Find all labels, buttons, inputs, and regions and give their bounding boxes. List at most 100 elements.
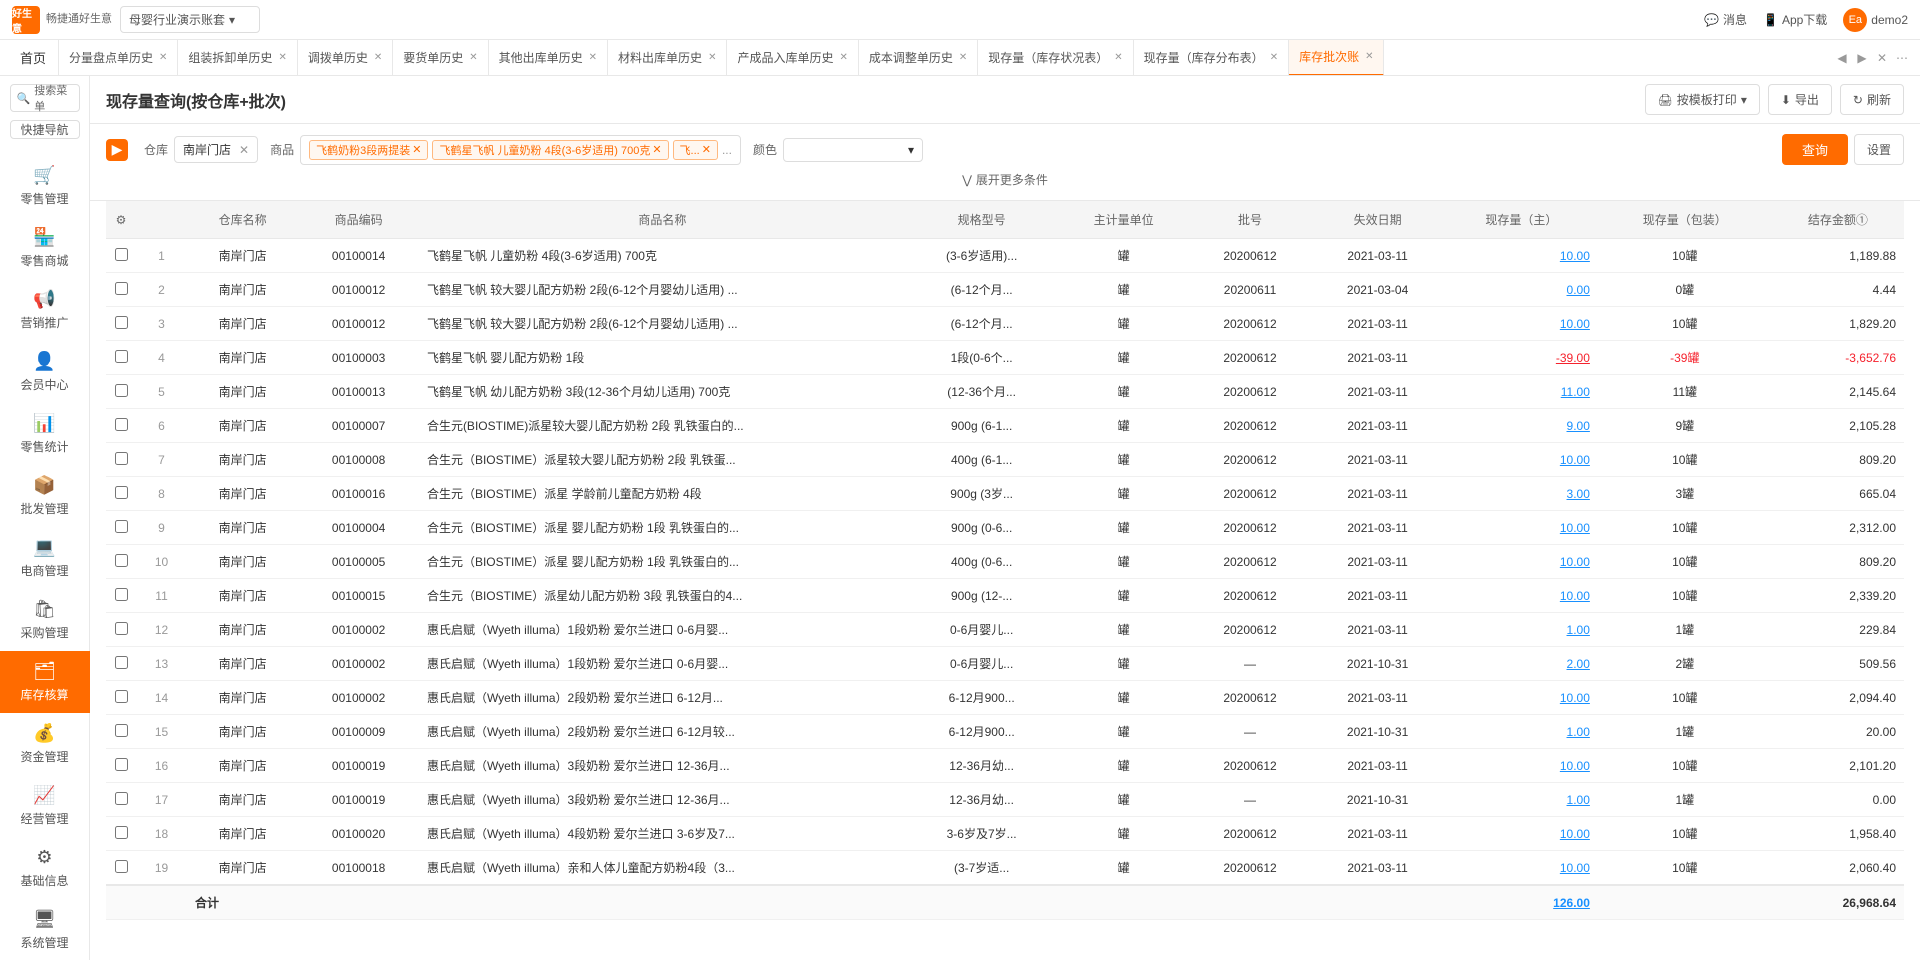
expand-more-btn[interactable]: ⋁ 展开更多条件 <box>106 165 1904 190</box>
td-qty-main[interactable]: 3.00 <box>1445 477 1598 511</box>
orange-expand-icon[interactable]: ▶ <box>106 139 128 161</box>
td-checkbox[interactable] <box>106 817 136 851</box>
tab-close-all-btn[interactable]: ✕ <box>1872 48 1892 68</box>
tab-close-icon[interactable]: ✕ <box>278 52 286 63</box>
expand-btn[interactable]: ▶ <box>106 139 128 161</box>
td-checkbox[interactable] <box>106 613 136 647</box>
sidebar-item-member[interactable]: 👤 会员中心 <box>0 341 90 403</box>
td-checkbox[interactable] <box>106 375 136 409</box>
td-qty-main[interactable]: -39.00 <box>1445 341 1598 375</box>
tab-yaohuo[interactable]: 要货单历史 ✕ <box>393 40 488 76</box>
td-qty-main[interactable]: 10.00 <box>1445 749 1598 783</box>
sidebar-item-purchase[interactable]: 🛍 采购管理 <box>0 589 90 651</box>
sidebar-item-marketing[interactable]: 📢 营销推广 <box>0 279 90 341</box>
sidebar-item-retail-shop[interactable]: 🏪 零售商城 <box>0 217 90 279</box>
tab-fenban[interactable]: 分量盘点单历史 ✕ <box>59 40 178 76</box>
tag-close-icon[interactable]: ✕ <box>702 143 711 156</box>
td-qty-main[interactable]: 1.00 <box>1445 783 1598 817</box>
td-qty-main[interactable]: 10.00 <box>1445 545 1598 579</box>
td-checkbox[interactable] <box>106 273 136 307</box>
td-checkbox[interactable] <box>106 409 136 443</box>
td-checkbox[interactable] <box>106 239 136 273</box>
td-qty-main[interactable]: 10.00 <box>1445 817 1598 851</box>
td-qty-main[interactable]: 10.00 <box>1445 239 1598 273</box>
th-settings[interactable]: ⚙ <box>106 201 136 239</box>
tab-home[interactable]: 首页 <box>8 40 59 76</box>
query-button[interactable]: 查询 <box>1782 134 1848 165</box>
refresh-btn[interactable]: ↻ 刷新 <box>1840 84 1904 115</box>
search-menu-btn[interactable]: 🔍 搜索菜单 <box>10 84 80 112</box>
warehouse-input[interactable]: 南岸门店 ✕ <box>174 136 258 163</box>
tab-chengben[interactable]: 成本调整单历史 ✕ <box>859 40 978 76</box>
tab-qitachu[interactable]: 其他出库单历史 ✕ <box>489 40 608 76</box>
template-print-btn[interactable]: 🖨 按模板打印 ▾ <box>1645 84 1760 115</box>
close-icon[interactable]: ✕ <box>239 143 249 157</box>
td-checkbox[interactable] <box>106 545 136 579</box>
td-checkbox[interactable] <box>106 715 136 749</box>
tab-close-icon[interactable]: ✕ <box>589 52 597 63</box>
tab-pici[interactable]: 库存批次账 ✕ <box>1289 40 1384 76</box>
tab-close-icon[interactable]: ✕ <box>1365 51 1373 62</box>
sidebar-item-wholesale[interactable]: 📦 批发管理 <box>0 465 90 527</box>
industry-selector[interactable]: 母婴行业演示账套 ▾ <box>120 6 260 33</box>
product-tags[interactable]: 飞鹤奶粉3段两提装 ✕ 飞鹤星飞帆 儿童奶粉 4段(3-6岁适用) 700克 ✕… <box>300 135 741 165</box>
td-checkbox[interactable] <box>106 443 136 477</box>
sidebar-item-inventory[interactable]: 🗂 库存核算 <box>0 651 90 713</box>
td-checkbox[interactable] <box>106 341 136 375</box>
tab-more-btn[interactable]: ⋯ <box>1892 48 1912 68</box>
sidebar-item-operation[interactable]: 📈 经营管理 <box>0 775 90 837</box>
color-input[interactable]: ▾ <box>783 138 923 162</box>
tab-xianzaifenpei[interactable]: 现存量（库存分布表） ✕ <box>1134 40 1289 76</box>
td-checkbox[interactable] <box>106 749 136 783</box>
settings-button[interactable]: 设置 <box>1854 134 1904 165</box>
td-qty-main[interactable]: 10.00 <box>1445 579 1598 613</box>
tab-close-icon[interactable]: ✕ <box>708 52 716 63</box>
tag-close-icon[interactable]: ✕ <box>652 143 661 156</box>
tab-zuzhai[interactable]: 组装拆卸单历史 ✕ <box>178 40 297 76</box>
export-btn[interactable]: ⬇ 导出 <box>1768 84 1832 115</box>
tab-diaobo[interactable]: 调拨单历史 ✕ <box>298 40 393 76</box>
quick-nav-btn[interactable]: 快捷导航 <box>10 120 80 139</box>
tab-xianzaikucun[interactable]: 现存量（库存状况表） ✕ <box>978 40 1133 76</box>
td-qty-main[interactable]: 11.00 <box>1445 375 1598 409</box>
td-qty-main[interactable]: 9.00 <box>1445 409 1598 443</box>
td-checkbox[interactable] <box>106 579 136 613</box>
sidebar-item-retail-stat[interactable]: 📊 零售统计 <box>0 403 90 465</box>
tab-chengpinru[interactable]: 产成品入库单历史 ✕ <box>727 40 858 76</box>
tab-close-icon[interactable]: ✕ <box>1270 52 1278 63</box>
td-checkbox[interactable] <box>106 511 136 545</box>
td-checkbox[interactable] <box>106 307 136 341</box>
td-qty-main[interactable]: 10.00 <box>1445 307 1598 341</box>
td-qty-main[interactable]: 10.00 <box>1445 443 1598 477</box>
tab-close-icon[interactable]: ✕ <box>959 52 967 63</box>
tab-prev-btn[interactable]: ◀ <box>1832 48 1852 68</box>
tab-close-icon[interactable]: ✕ <box>1114 52 1122 63</box>
td-qty-main[interactable]: 10.00 <box>1445 511 1598 545</box>
td-checkbox[interactable] <box>106 851 136 886</box>
tab-cailiachu[interactable]: 材料出库单历史 ✕ <box>608 40 727 76</box>
td-qty-main[interactable]: 2.00 <box>1445 647 1598 681</box>
td-qty-main[interactable]: 1.00 <box>1445 715 1598 749</box>
td-checkbox[interactable] <box>106 681 136 715</box>
user-profile-btn[interactable]: Ea demo2 <box>1843 8 1908 32</box>
tab-close-icon[interactable]: ✕ <box>469 52 477 63</box>
td-qty-main[interactable]: 10.00 <box>1445 851 1598 886</box>
app-download-btn[interactable]: 📱 App下载 <box>1763 11 1827 28</box>
td-checkbox[interactable] <box>106 477 136 511</box>
td-qty-main[interactable]: 10.00 <box>1445 681 1598 715</box>
td-checkbox[interactable] <box>106 647 136 681</box>
sidebar-item-ecommerce[interactable]: 💻 电商管理 <box>0 527 90 589</box>
sidebar-item-finance[interactable]: 💰 资金管理 <box>0 713 90 775</box>
sidebar-item-system[interactable]: 🖥 系统管理 <box>0 899 90 960</box>
td-checkbox[interactable] <box>106 783 136 817</box>
sidebar-item-retail-mgmt[interactable]: 🛒 零售管理 <box>0 155 90 217</box>
td-qty-main[interactable]: 1.00 <box>1445 613 1598 647</box>
tab-close-icon[interactable]: ✕ <box>159 52 167 63</box>
td-qty-main[interactable]: 0.00 <box>1445 273 1598 307</box>
tab-close-icon[interactable]: ✕ <box>839 52 847 63</box>
tab-close-icon[interactable]: ✕ <box>374 52 382 63</box>
message-btn[interactable]: 💬 消息 <box>1704 11 1747 28</box>
sidebar-item-basic[interactable]: ⚙ 基础信息 <box>0 837 90 899</box>
tab-next-btn[interactable]: ▶ <box>1852 48 1872 68</box>
tag-close-icon[interactable]: ✕ <box>412 143 421 156</box>
